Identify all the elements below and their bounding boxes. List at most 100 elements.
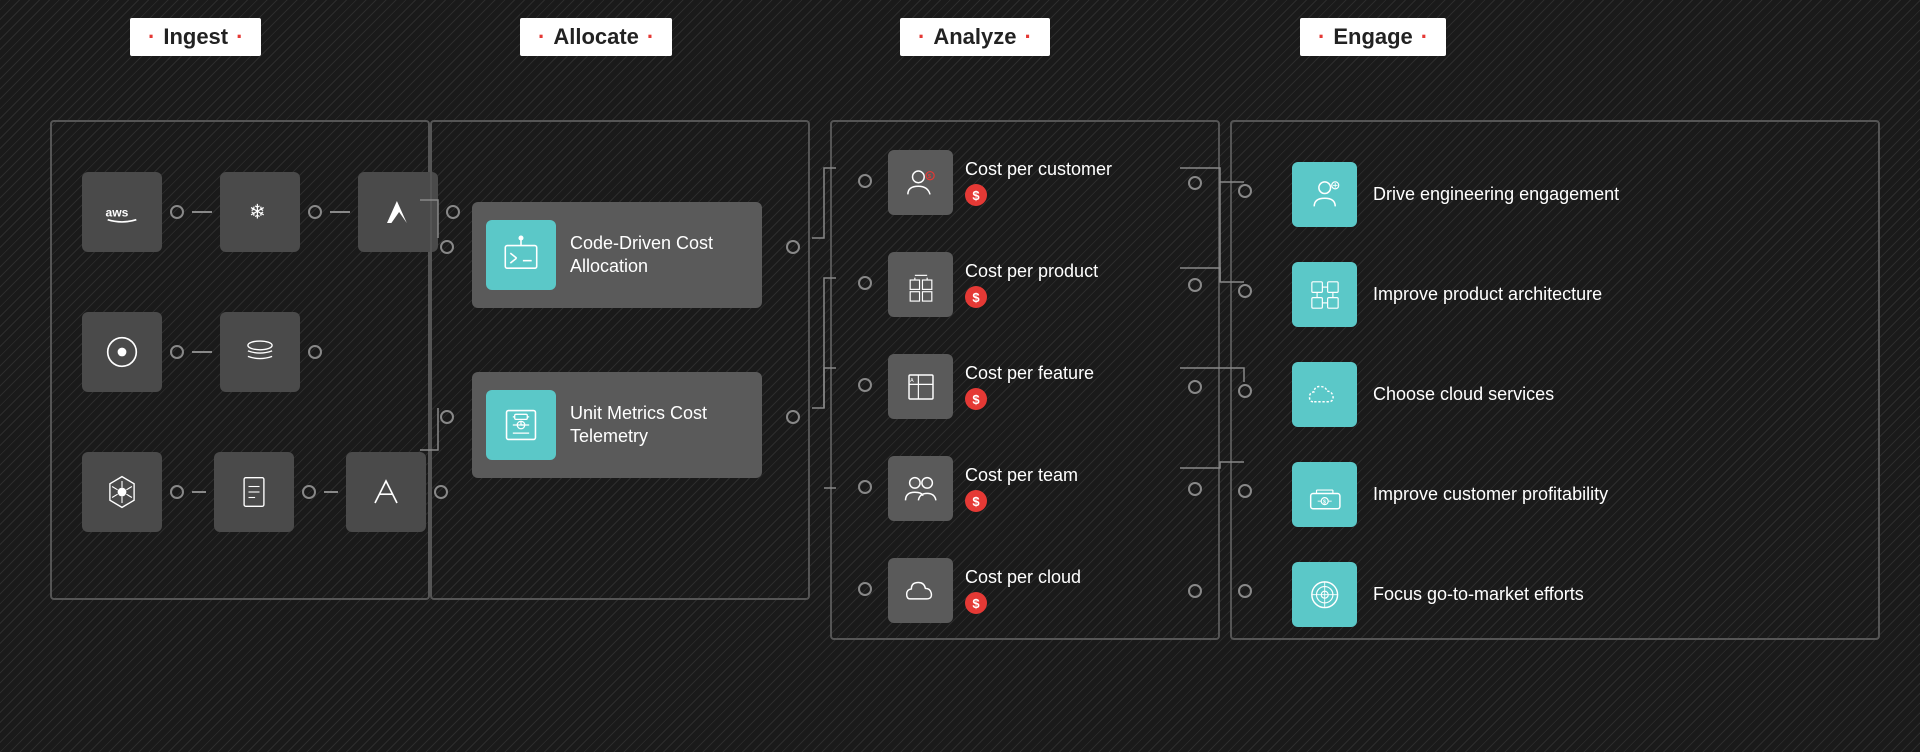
code-driven-svg [499,233,543,277]
doc-icon [232,470,276,514]
go-to-market-icon [1292,562,1357,627]
allocate-left-conn-2 [440,410,454,424]
ingest-conn-gcp [170,345,184,359]
engage-dot-right: · [1421,24,1428,50]
engage-box: Drive engineering engagement Improve pro… [1230,120,1880,640]
ingest-box: aws ❄ [50,120,430,600]
engage-row-1-label: Drive engineering engagement [1373,183,1619,206]
analyze-dot-left: · [918,24,925,50]
engage-row-4: $ Improve customer profitability [1252,462,1852,527]
ingest-dot-right: · [236,24,243,50]
cost-per-cloud-icon [888,558,953,623]
azure-icon-tile [358,172,438,252]
drive-engineering-icon [1292,162,1357,227]
allocate-card-2: Unit Metrics Cost Telemetry [472,372,762,478]
engineer-icon-svg [1306,176,1344,214]
ingest-line-1 [192,211,212,213]
ingest-conn-layers [308,345,322,359]
engage-left-conn-2 [1238,284,1252,298]
allocate-section-label: · Allocate · [520,18,672,56]
analyze-row-5-label: Cost per cloud [965,567,1176,588]
analyze-row-4-label: Cost per team [965,465,1176,486]
kubernetes-icon-tile [82,452,162,532]
allocate-right-conn-1 [786,240,800,254]
cost-per-team-icon [888,456,953,521]
ingest-row-3 [82,452,448,532]
cloud-icon-svg [902,572,940,610]
team-icon-svg [902,470,940,508]
analyze-row-2-content: Cost per product $ [965,261,1176,308]
ingest-dot-left: · [148,24,155,50]
layers-icon-tile [220,312,300,392]
engage-left-conn-1 [1238,184,1252,198]
aws-icon: aws [100,190,144,234]
engage-row-4-label: Improve customer profitability [1373,483,1608,506]
ingest-conn-aws [170,205,184,219]
ingest-line-4 [192,491,206,493]
allocate-right-conn-2 [786,410,800,424]
ingest-conn-snowflake [308,205,322,219]
engage-row-2: Improve product architecture [1252,262,1852,327]
analyze-left-conn-1 [858,174,872,188]
engage-dot-left: · [1318,24,1325,50]
customer-icon-svg: $ [902,164,940,202]
analyze-row-1-content: Cost per customer $ [965,159,1176,206]
ingest-label-text: Ingest [163,24,228,50]
engage-row-5: Focus go-to-market efforts [1252,562,1852,627]
improve-profitability-icon: $ [1292,462,1357,527]
allocate-left-conn-1 [440,240,454,254]
analyze-section-label: · Analyze · [900,18,1050,56]
analyze-right-conn-5 [1188,584,1202,598]
analyze-row-2: Cost per product $ [852,252,1202,317]
kubernetes-icon [100,470,144,514]
analyze-box: $ Cost per customer $ Cost per product [830,120,1220,640]
improve-architecture-icon [1292,262,1357,327]
engage-row-1: Drive engineering engagement [1252,162,1852,227]
analyze-row-1-label: Cost per customer [965,159,1176,180]
engage-label-text: Engage [1333,24,1412,50]
analyze-right-conn-4 [1188,482,1202,496]
ingest-row-2 [82,312,322,392]
analyze-row-5-content: Cost per cloud $ [965,567,1176,614]
analyze-right-conn-3 [1188,380,1202,394]
analyze-row-3: A Cost per feature $ [852,354,1202,419]
unit-metrics-icon [486,390,556,460]
feature-icon-svg: A [902,368,940,406]
ingest-conn-doc [302,485,316,499]
allocate-box: Code-Driven Cost Allocation Unit Metrics… [430,120,810,600]
allocate-card-1: Code-Driven Cost Allocation [472,202,762,308]
product-icon-svg [902,266,940,304]
analyze-row-1: $ Cost per customer $ [852,150,1202,215]
ingest-section-label: · Ingest · [130,18,261,56]
ingest-line-5 [324,491,338,493]
cloud-services-icon-svg [1306,376,1344,414]
gcp-icon-tile [82,312,162,392]
engage-row-3: Choose cloud services [1252,362,1852,427]
architecture-icon-svg [1306,276,1344,314]
engage-section-label: · Engage · [1300,18,1446,56]
engage-left-conn-3 [1238,384,1252,398]
layers-icon [238,330,282,374]
engage-left-conn-5 [1238,584,1252,598]
analyze-label-text: Analyze [933,24,1016,50]
analyze-dollar-4: $ [965,490,987,512]
analyze-left-conn-3 [858,378,872,392]
analyze-right-conn-1 [1188,176,1202,190]
dynatrace-icon [364,470,408,514]
analyze-row-4-content: Cost per team $ [965,465,1176,512]
ingest-conn-kube [170,485,184,499]
engage-row-2-label: Improve product architecture [1373,283,1602,306]
aws-icon-tile: aws [82,172,162,252]
code-driven-icon [486,220,556,290]
analyze-dollar-1: $ [965,184,987,206]
cost-per-customer-icon: $ [888,150,953,215]
analyze-dot-right: · [1024,24,1031,50]
analyze-row-3-label: Cost per feature [965,363,1176,384]
ingest-line-3 [192,351,212,353]
snowflake-icon-tile: ❄ [220,172,300,252]
allocate-dot-left: · [538,24,545,50]
analyze-dollar-5: $ [965,592,987,614]
ingest-row-1: aws ❄ [82,172,460,252]
analyze-row-5: Cost per cloud $ [852,558,1202,623]
analyze-row-3-content: Cost per feature $ [965,363,1176,410]
